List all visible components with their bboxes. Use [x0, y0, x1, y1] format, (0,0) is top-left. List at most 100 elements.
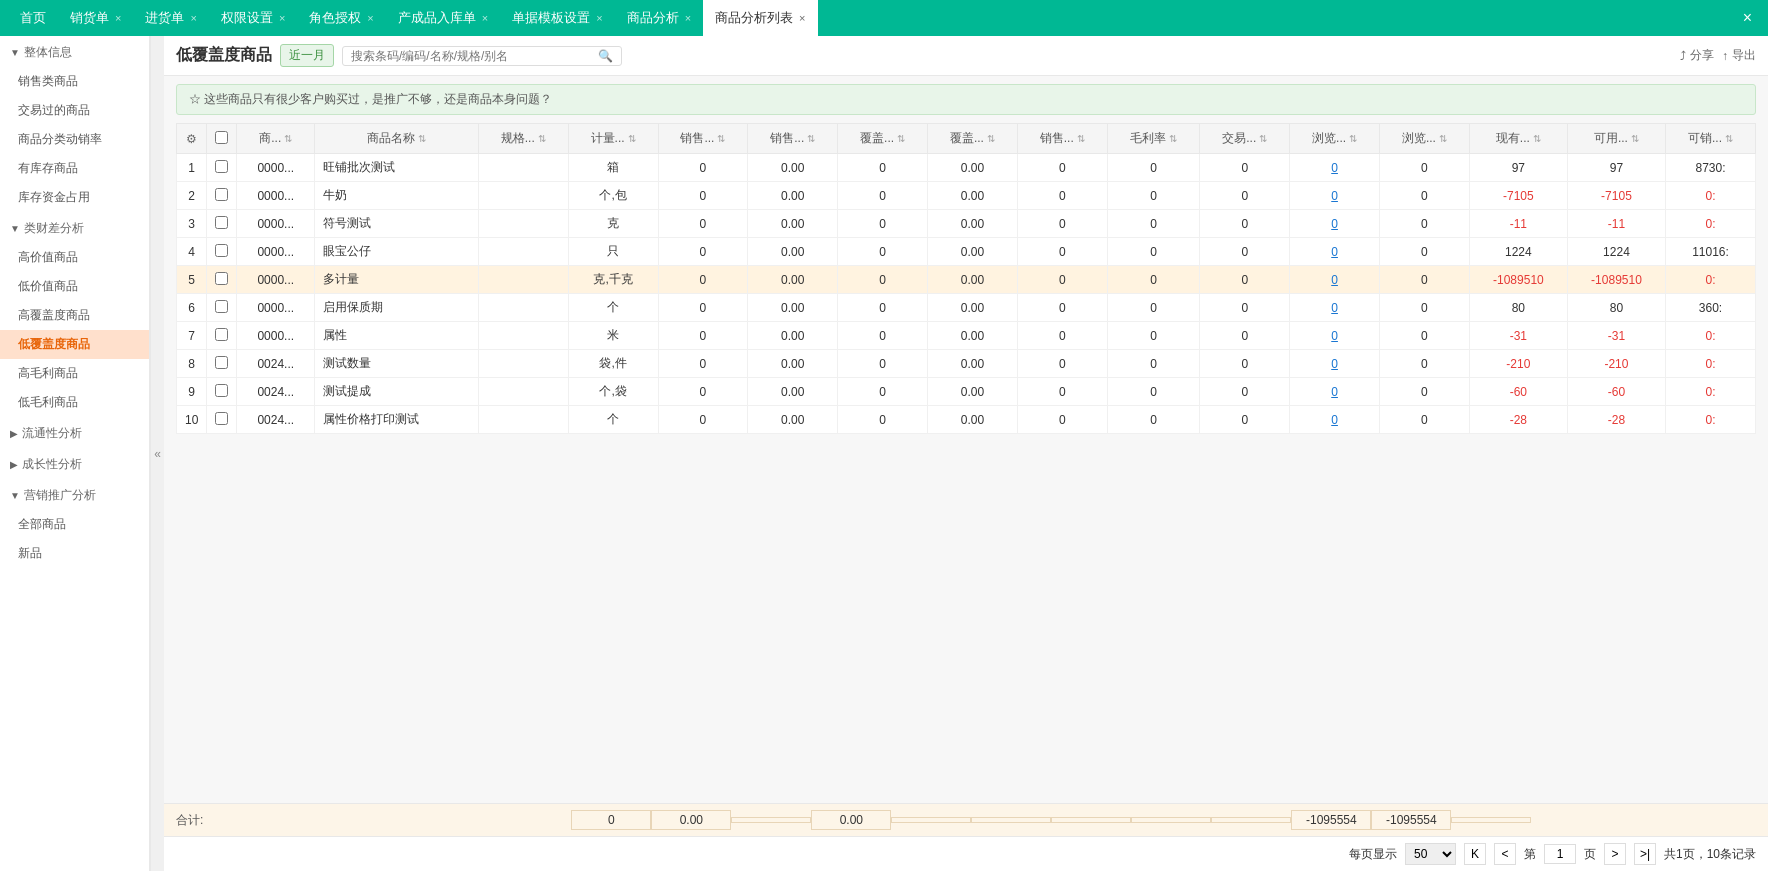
table-cell[interactable] [207, 238, 237, 266]
col-sales2[interactable]: 销售...⇅ [748, 124, 838, 154]
col-code[interactable]: 商...⇅ [237, 124, 315, 154]
section-arrow-overall: ▼ [10, 47, 20, 58]
sidebar-item-low-coverage[interactable]: 低覆盖度商品 [0, 330, 149, 359]
col-browse2[interactable]: 浏览...⇅ [1380, 124, 1470, 154]
col-unit[interactable]: 计量...⇅ [568, 124, 658, 154]
table-cell: 箱 [568, 154, 658, 182]
nav-roles[interactable]: 角色授权 × [297, 0, 385, 36]
col-gear[interactable]: ⚙ [177, 124, 207, 154]
table-cell [478, 210, 568, 238]
per-page-select[interactable]: 50 20 100 200 [1405, 843, 1456, 865]
nav-sales-close[interactable]: × [115, 12, 121, 24]
nav-roles-close[interactable]: × [367, 12, 373, 24]
sidebar-item-high-value[interactable]: 高价值商品 [0, 243, 149, 272]
share-btn[interactable]: ⤴ 分享 [1680, 47, 1714, 64]
sidebar-section-overall[interactable]: ▼ 整体信息 [0, 36, 149, 67]
table-cell[interactable] [207, 322, 237, 350]
col-sales1[interactable]: 销售...⇅ [658, 124, 748, 154]
col-available[interactable]: 可用...⇅ [1567, 124, 1665, 154]
table-cell: 0 [1017, 266, 1107, 294]
table-cell: 0 [1290, 210, 1380, 238]
table-cell[interactable] [207, 154, 237, 182]
table-cell: 0: [1666, 182, 1756, 210]
nav-product-analysis-list[interactable]: 商品分析列表 × [703, 0, 817, 36]
nav-purchase[interactable]: 进货单 × [133, 0, 208, 36]
sidebar-section-marketing[interactable]: ▼ 营销推广分析 [0, 479, 149, 510]
sidebar-item-inventory-capital[interactable]: 库存资金占用 [0, 183, 149, 212]
gear-icon[interactable]: ⚙ [186, 132, 197, 146]
col-sales3[interactable]: 销售...⇅ [1017, 124, 1107, 154]
table-cell: 0: [1666, 350, 1756, 378]
nav-permissions-close[interactable]: × [279, 12, 285, 24]
col-current[interactable]: 现有...⇅ [1469, 124, 1567, 154]
sidebar-item-high-margin[interactable]: 高毛利商品 [0, 359, 149, 388]
nav-products-entry[interactable]: 产成品入库单 × [386, 0, 500, 36]
table-cell[interactable] [207, 406, 237, 434]
search-icon[interactable]: 🔍 [598, 49, 613, 63]
nav-templates[interactable]: 单据模板设置 × [500, 0, 614, 36]
table-cell: 0 [1290, 294, 1380, 322]
sidebar-item-low-value[interactable]: 低价值商品 [0, 272, 149, 301]
table-cell: 0 [1380, 322, 1470, 350]
table-cell[interactable] [207, 182, 237, 210]
sidebar-toggle[interactable]: « [150, 36, 164, 871]
table-cell[interactable] [207, 350, 237, 378]
nav-product-analysis[interactable]: 商品分析 × [615, 0, 703, 36]
table-cell[interactable] [207, 210, 237, 238]
last-page-btn[interactable]: >| [1634, 843, 1656, 865]
table-cell [478, 182, 568, 210]
total-sales3 [891, 817, 971, 823]
table-cell: 0 [1290, 406, 1380, 434]
table-cell: -11 [1469, 210, 1567, 238]
select-all-checkbox[interactable] [215, 131, 228, 144]
col-spec[interactable]: 规格...⇅ [478, 124, 568, 154]
total-sales2: 0.00 [651, 810, 731, 830]
table-cell [478, 294, 568, 322]
nav-product-analysis-list-close[interactable]: × [799, 12, 805, 24]
table-cell: 0 [1107, 266, 1200, 294]
col-gross-margin[interactable]: 毛利率⇅ [1107, 124, 1200, 154]
first-page-btn[interactable]: K [1464, 843, 1486, 865]
sidebar-item-new-products[interactable]: 新品 [0, 539, 149, 568]
table-cell: 0 [1017, 378, 1107, 406]
table-cell[interactable] [207, 378, 237, 406]
sidebar-item-traded-products[interactable]: 交易过的商品 [0, 96, 149, 125]
col-trade[interactable]: 交易...⇅ [1200, 124, 1290, 154]
sidebar-item-stocked-products[interactable]: 有库存商品 [0, 154, 149, 183]
col-cover2[interactable]: 覆盖...⇅ [927, 124, 1017, 154]
search-input[interactable] [351, 49, 598, 63]
export-btn[interactable]: ↑ 导出 [1722, 47, 1756, 64]
col-checkbox[interactable] [207, 124, 237, 154]
sidebar-item-category-rate[interactable]: 商品分类动销率 [0, 125, 149, 154]
sidebar-item-all-products[interactable]: 全部商品 [0, 510, 149, 539]
table-cell: 测试数量 [315, 350, 479, 378]
nav-product-analysis-close[interactable]: × [685, 12, 691, 24]
sidebar-section-value-diff[interactable]: ▼ 类财差分析 [0, 212, 149, 243]
table-cell: 8730: [1666, 154, 1756, 182]
col-browse1[interactable]: 浏览...⇅ [1290, 124, 1380, 154]
table-cell: 0 [1380, 154, 1470, 182]
filter-recent-month-btn[interactable]: 近一月 [280, 44, 334, 67]
col-name[interactable]: 商品名称⇅ [315, 124, 479, 154]
nav-products-entry-close[interactable]: × [482, 12, 488, 24]
table-cell: 2 [177, 182, 207, 210]
nav-permissions[interactable]: 权限设置 × [209, 0, 297, 36]
nav-home[interactable]: 首页 [8, 0, 58, 36]
close-all-btn[interactable]: × [1735, 9, 1760, 27]
table-cell[interactable] [207, 294, 237, 322]
nav-templates-close[interactable]: × [596, 12, 602, 24]
page-input[interactable] [1544, 844, 1576, 864]
table-cell: 克 [568, 210, 658, 238]
sidebar-item-low-margin[interactable]: 低毛利商品 [0, 388, 149, 417]
col-cover1[interactable]: 覆盖...⇅ [838, 124, 928, 154]
col-saleable[interactable]: 可销...⇅ [1666, 124, 1756, 154]
sidebar-item-sales-products[interactable]: 销售类商品 [0, 67, 149, 96]
sidebar-section-liquidity[interactable]: ▶ 流通性分析 [0, 417, 149, 448]
next-page-btn[interactable]: > [1604, 843, 1626, 865]
nav-purchase-close[interactable]: × [190, 12, 196, 24]
sidebar-section-growth[interactable]: ▶ 成长性分析 [0, 448, 149, 479]
table-cell[interactable] [207, 266, 237, 294]
sidebar-item-high-coverage[interactable]: 高覆盖度商品 [0, 301, 149, 330]
nav-sales[interactable]: 销货单 × [58, 0, 133, 36]
prev-page-btn[interactable]: < [1494, 843, 1516, 865]
